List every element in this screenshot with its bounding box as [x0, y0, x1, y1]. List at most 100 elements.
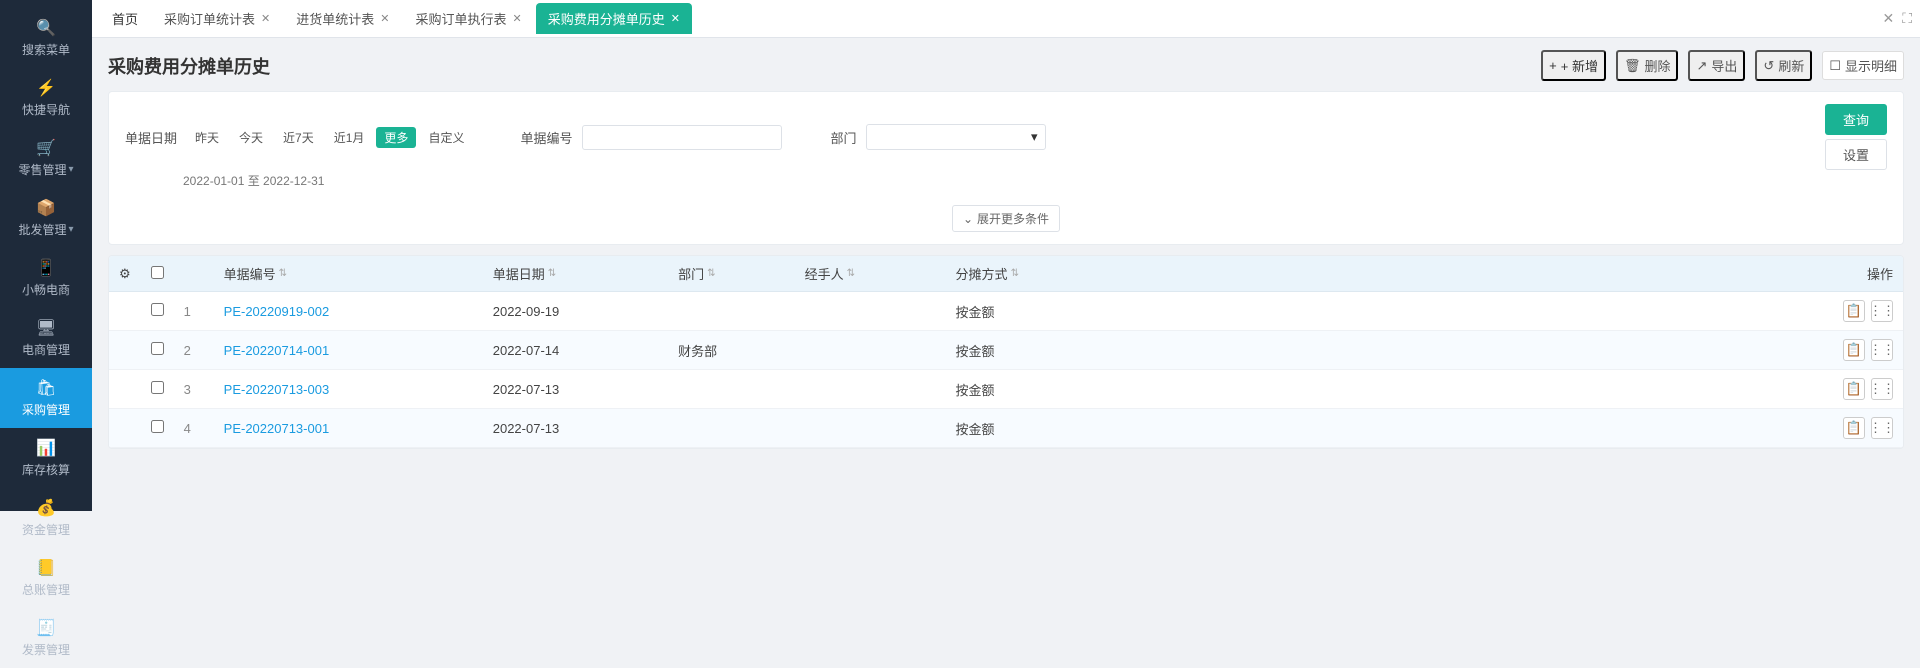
edit-icon[interactable]: 📋: [1843, 300, 1865, 322]
close-icon[interactable]: ✕: [513, 12, 522, 25]
sort-icon[interactable]: ⇅: [847, 268, 855, 279]
td-doc-date: 2022-07-14: [483, 331, 668, 370]
filter-row-main: 单据日期 昨天 今天 近7天 近1月 更多 自定义 单据编号: [125, 104, 1887, 170]
sidebar-item-label: 发票管理: [22, 641, 70, 658]
edit-icon[interactable]: 📋: [1843, 378, 1865, 400]
close-icon[interactable]: ✕: [261, 12, 270, 25]
td-action: 📋 ⋮⋮: [1803, 409, 1903, 448]
doc-num-link[interactable]: PE-20220714-001: [224, 343, 330, 358]
td-doc-date: 2022-07-13: [483, 409, 668, 448]
chevron-down-icon: ▾: [1031, 129, 1038, 145]
table-row: 2 PE-20220714-001 2022-07-14 财务部 按金额 📋 ⋮…: [109, 331, 1903, 370]
tab-purchase-order-stat[interactable]: 采购订单统计表 ✕: [152, 3, 282, 34]
doc-num-link[interactable]: PE-20220713-001: [224, 421, 330, 436]
tab-purchase-exec[interactable]: 采购订单执行表 ✕: [403, 3, 533, 34]
td-dept: 财务部: [668, 331, 795, 370]
doc-num-link[interactable]: PE-20220713-003: [224, 382, 330, 397]
sort-icon[interactable]: ⇅: [707, 268, 715, 279]
add-button[interactable]: + + 新增: [1541, 50, 1606, 81]
sidebar-item-search[interactable]: 🔍 搜索菜单: [0, 8, 92, 68]
date-opt-7days[interactable]: 近7天: [275, 127, 322, 148]
tab-home[interactable]: 首页: [100, 3, 150, 34]
th-dept: 部门 ⇅: [668, 256, 795, 292]
show-cols-button[interactable]: ☐ 显示明细: [1822, 51, 1904, 80]
edit-icon[interactable]: 📋: [1843, 339, 1865, 361]
td-doc-num: PE-20220713-001: [214, 409, 483, 448]
dept-select[interactable]: ▾: [866, 124, 1046, 150]
sidebar-item-finance[interactable]: 💰 资金管理: [0, 488, 92, 548]
sidebar-item-retail[interactable]: 🛒 零售管理 ▾: [0, 128, 92, 188]
dept-label: 部门: [830, 128, 856, 147]
date-opt-more[interactable]: 更多: [376, 127, 416, 148]
td-doc-num: PE-20220919-002: [214, 292, 483, 331]
td-checkbox: [141, 409, 174, 448]
sidebar-item-ledger[interactable]: 📒 总账管理: [0, 548, 92, 608]
th-split-method: 分摊方式 ⇅: [946, 256, 1803, 292]
close-all-tabs-icon[interactable]: ✕: [1882, 10, 1894, 27]
filter-group-date: 单据日期 昨天 今天 近7天 近1月 更多 自定义: [125, 127, 472, 148]
td-handler: [795, 292, 946, 331]
settings-icon[interactable]: ⚙: [119, 266, 131, 281]
settings-button[interactable]: 设置: [1825, 139, 1887, 170]
td-split-method: 按金额: [946, 292, 1803, 331]
more-icon[interactable]: ⋮⋮: [1871, 339, 1893, 361]
date-opt-custom[interactable]: 自定义: [420, 127, 472, 148]
td-handler: [795, 370, 946, 409]
export-button[interactable]: ↗ 导出: [1688, 50, 1745, 81]
query-button[interactable]: 查询: [1825, 104, 1887, 135]
chart-icon: 📊: [36, 438, 56, 458]
tab-home-label: 首页: [112, 9, 138, 28]
doc-num-link[interactable]: PE-20220919-002: [224, 304, 330, 319]
th-handler-label: 经手人: [805, 264, 844, 283]
more-icon[interactable]: ⋮⋮: [1871, 417, 1893, 439]
th-doc-num-label: 单据编号: [224, 264, 276, 283]
expand-more-button[interactable]: ⌄ 展开更多条件: [952, 205, 1060, 232]
ledger-icon: 📒: [36, 558, 56, 578]
close-icon[interactable]: ✕: [671, 12, 680, 25]
date-opt-1month[interactable]: 近1月: [326, 127, 373, 148]
sidebar-item-mobile[interactable]: 📱 小畅电商: [0, 248, 92, 308]
sidebar-item-invoice[interactable]: 🧾 发票管理: [0, 608, 92, 668]
monitor-icon: 🖥: [36, 318, 56, 338]
sidebar-item-quicknav[interactable]: ⚡ 快捷导航: [0, 68, 92, 128]
sort-icon[interactable]: ⇅: [1011, 268, 1019, 279]
tab-bar-actions: ✕ ⛶: [1882, 10, 1912, 27]
sidebar-item-label: 快捷导航: [22, 101, 70, 118]
sidebar-item-label: 搜索菜单: [22, 41, 70, 58]
date-opt-today[interactable]: 今天: [231, 127, 271, 148]
sort-icon[interactable]: ⇅: [548, 268, 556, 279]
sidebar-item-label: 总账管理: [22, 581, 70, 598]
edit-icon[interactable]: 📋: [1843, 417, 1865, 439]
tab-purchase-cost-history[interactable]: 采购费用分摊单历史 ✕: [536, 3, 692, 34]
td-action: 📋 ⋮⋮: [1803, 292, 1903, 331]
close-icon[interactable]: ✕: [380, 12, 389, 25]
row-checkbox[interactable]: [151, 342, 164, 355]
th-handler: 经手人 ⇅: [795, 256, 946, 292]
tab-purchase-cost-history-label: 采购费用分摊单历史: [548, 9, 665, 28]
sidebar-item-ecommerce[interactable]: 🖥 电商管理: [0, 308, 92, 368]
tab-inbound-stat[interactable]: 进货单统计表 ✕: [284, 3, 401, 34]
delete-button[interactable]: 🗑 删除: [1616, 50, 1679, 81]
tab-purchase-order-stat-label: 采购订单统计表: [164, 9, 255, 28]
expand-window-icon[interactable]: ⛶: [1902, 10, 1912, 27]
row-checkbox[interactable]: [151, 303, 164, 316]
docnum-input[interactable]: [582, 125, 782, 150]
select-all-checkbox[interactable]: [151, 266, 164, 279]
row-checkbox[interactable]: [151, 420, 164, 433]
more-icon[interactable]: ⋮⋮: [1871, 378, 1893, 400]
invoice-icon: 🧾: [36, 618, 56, 638]
sidebar-item-wholesale[interactable]: 📦 批发管理 ▾: [0, 188, 92, 248]
th-dept-label: 部门: [678, 264, 704, 283]
row-checkbox[interactable]: [151, 381, 164, 394]
td-handler: [795, 331, 946, 370]
search-icon: 🔍: [36, 18, 56, 38]
date-opt-yesterday[interactable]: 昨天: [187, 127, 227, 148]
td-split-method: 按金额: [946, 331, 1803, 370]
sidebar-item-purchase[interactable]: 🛍 采购管理: [0, 368, 92, 428]
sidebar-item-inventory[interactable]: 📊 库存核算: [0, 428, 92, 488]
sort-icon[interactable]: ⇅: [279, 268, 287, 279]
more-icon[interactable]: ⋮⋮: [1871, 300, 1893, 322]
page-title: 采购费用分摊单历史: [108, 53, 270, 79]
cart-icon: 🛒: [36, 138, 56, 158]
refresh-button[interactable]: ↺ 刷新: [1755, 50, 1812, 81]
